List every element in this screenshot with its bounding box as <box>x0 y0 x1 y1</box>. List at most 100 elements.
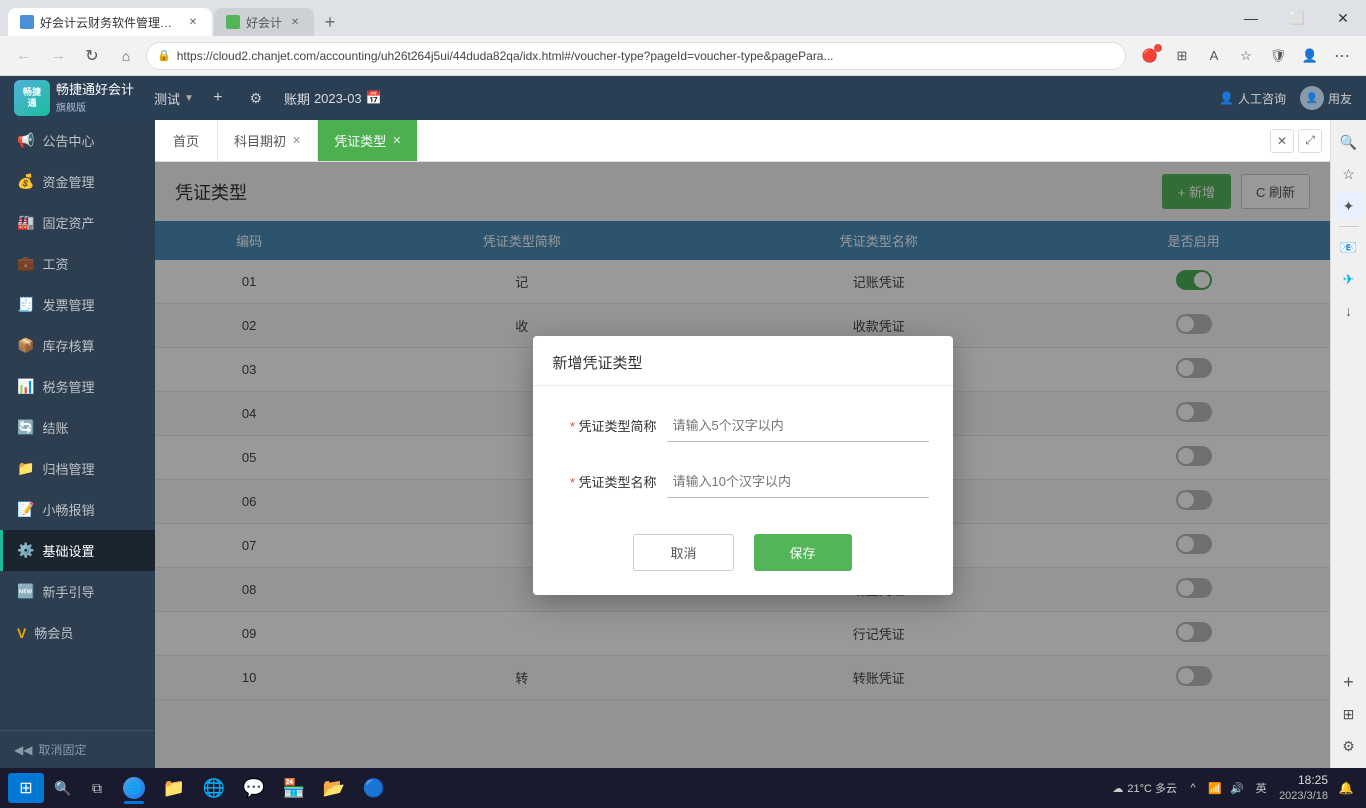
taskbar-app-browser[interactable]: 🌐 <box>116 770 152 806</box>
tab-voucher-type-label: 凭证类型 <box>334 131 386 150</box>
weather-temp: 21°C 多云 <box>1127 780 1177 796</box>
extension-btn-5[interactable]: 🛡 <box>1264 42 1292 70</box>
address-bar[interactable]: 🔒 https://cloud2.chanjet.com/accounting/… <box>146 42 1126 70</box>
close-button[interactable]: ✕ <box>1320 0 1366 36</box>
new-tab-button[interactable]: + <box>316 8 344 36</box>
payroll-icon: 💼 <box>17 255 34 272</box>
rp-grid-icon[interactable]: ⊞ <box>1335 700 1363 728</box>
period-info: 账期 2023-03 📅 <box>284 89 382 108</box>
rp-outlook-icon[interactable]: 📧 <box>1335 233 1363 261</box>
period-value: 2023-03 <box>314 91 362 106</box>
page-content: 凭证类型 + 新增 C 刷新 编码 凭证类型简称 凭证类型名称 是否启用 <box>155 162 1330 768</box>
calendar-icon[interactable]: 📅 <box>366 90 382 106</box>
sidebar-item-fixed-assets[interactable]: 🏭 固定资产 <box>0 202 155 243</box>
unpin-label: 取消固定 <box>38 741 86 758</box>
rp-search-icon[interactable]: 🔍 <box>1335 128 1363 156</box>
sidebar-item-inventory[interactable]: 📦 库存核算 <box>0 325 155 366</box>
maximize-button[interactable]: ⬜ <box>1274 0 1320 36</box>
fund-icon: 💰 <box>17 173 34 190</box>
taskbar-app-explorer[interactable]: 📁 <box>156 770 192 806</box>
more-options-button[interactable]: ⋯ <box>1328 42 1356 70</box>
sidebar-item-member[interactable]: V 畅会员 <box>0 612 155 653</box>
rp-gear-icon[interactable]: ⚙ <box>1335 732 1363 760</box>
taskbar-date: 2023/3/18 <box>1279 789 1328 804</box>
rp-download-icon[interactable]: ↓ <box>1335 297 1363 325</box>
taskbar-app-edge[interactable]: 🔵 <box>356 770 392 806</box>
taskbar-app-store[interactable]: 🏪 <box>276 770 312 806</box>
forward-button[interactable]: → <box>44 42 72 70</box>
cancel-button[interactable]: 取消 <box>633 534 733 571</box>
extension-btn-4[interactable]: ☆ <box>1232 42 1260 70</box>
name-input[interactable] <box>667 466 929 498</box>
rp-star-icon[interactable]: ☆ <box>1335 160 1363 188</box>
tab-home[interactable]: 首页 <box>155 120 218 161</box>
content-tabs-bar: 首页 科目期初 ✕ 凭证类型 ✕ ✕ ⤢ <box>155 120 1330 162</box>
sidebar-bottom-item[interactable]: ◀◀ 取消固定 <box>0 730 155 768</box>
sidebar-item-announcements[interactable]: 📢 公告中心 <box>0 120 155 161</box>
tab-subject-init-close-icon[interactable]: ✕ <box>292 134 301 147</box>
back-button[interactable]: ← <box>10 42 38 70</box>
tab-minimize-icon[interactable]: ✕ <box>1270 129 1294 153</box>
announcements-label: 公告中心 <box>42 131 94 150</box>
rp-divider <box>1339 226 1359 227</box>
user-label: 用友 <box>1328 90 1352 107</box>
volume-icon[interactable]: 🔊 <box>1227 778 1247 798</box>
chevron-up-icon[interactable]: ^ <box>1183 778 1203 798</box>
consult-button[interactable]: 👤 人工咨询 <box>1219 90 1286 107</box>
tab-expand-icon[interactable]: ⤢ <box>1298 129 1322 153</box>
sidebar-item-tax[interactable]: 📊 税务管理 <box>0 366 155 407</box>
tab1-close-icon[interactable]: ✕ <box>186 15 200 29</box>
extension-btn-2[interactable]: ⊞ <box>1168 42 1196 70</box>
save-button[interactable]: 保存 <box>754 534 852 571</box>
taskbar-app-folder[interactable]: 📂 <box>316 770 352 806</box>
extension-btn-6[interactable]: 👤 <box>1296 42 1324 70</box>
taskbar-app-wechat[interactable]: 💬 <box>236 770 272 806</box>
start-button[interactable]: ⊞ <box>8 773 44 803</box>
abbr-input[interactable] <box>667 410 929 442</box>
home-button[interactable]: ⌂ <box>112 42 140 70</box>
tab2-close-icon[interactable]: ✕ <box>288 15 302 29</box>
user-button[interactable]: 👤 用友 <box>1300 86 1352 110</box>
notification-icon[interactable]: 🔔 <box>1334 776 1358 800</box>
sidebar-item-invoice[interactable]: 🧾 发票管理 <box>0 284 155 325</box>
company-dropdown-icon: ▼ <box>184 93 194 104</box>
modal-body: * 凭证类型简称 * 凭证类型名称 <box>533 386 953 518</box>
sidebar-item-expense[interactable]: 📝 小畅报销 <box>0 489 155 530</box>
extension-btn-3[interactable]: A <box>1200 42 1228 70</box>
taskbar-search-button[interactable]: 🔍 <box>48 773 78 803</box>
browser-tab-1[interactable]: 好会计云财务软件管理系统_会计 ✕ <box>8 8 212 36</box>
taskbar-taskview-button[interactable]: ⧉ <box>82 773 112 803</box>
rp-plus-icon[interactable]: + <box>1335 668 1363 696</box>
taskbar-app-chrome[interactable]: 🌐 <box>196 770 232 806</box>
modal-title: 新增凭证类型 <box>553 352 643 373</box>
language-indicator[interactable]: 英 <box>1249 778 1273 798</box>
sidebar-item-fund[interactable]: 💰 资金管理 <box>0 161 155 202</box>
refresh-button[interactable]: ↻ <box>78 42 106 70</box>
fund-label: 资金管理 <box>42 172 94 191</box>
sidebar-item-archive[interactable]: 📁 归档管理 <box>0 448 155 489</box>
rp-send-icon[interactable]: ✈ <box>1335 265 1363 293</box>
form-row-abbr: * 凭证类型简称 <box>557 410 929 442</box>
topbar-action-add[interactable]: + <box>204 84 232 112</box>
consult-label: 人工咨询 <box>1238 90 1286 107</box>
rp-ai-icon[interactable]: ✦ <box>1335 192 1363 220</box>
topbar-action-settings[interactable]: ⚙ <box>242 84 270 112</box>
sidebar-item-settlement[interactable]: 🔄 结账 <box>0 407 155 448</box>
minimize-button[interactable]: — <box>1228 0 1274 36</box>
tab-voucher-type-close-icon[interactable]: ✕ <box>392 134 401 147</box>
right-panel: 🔍 ☆ ✦ 📧 ✈ ↓ + ⊞ ⚙ <box>1330 120 1366 768</box>
tab-subject-init[interactable]: 科目期初 ✕ <box>218 120 318 161</box>
fixed-assets-label: 固定资产 <box>42 213 94 232</box>
content-area: 首页 科目期初 ✕ 凭证类型 ✕ ✕ ⤢ 凭证类型 <box>155 120 1330 768</box>
extension-btn-1[interactable]: 🔴 <box>1136 42 1164 70</box>
sidebar-item-guide[interactable]: 🆕 新手引导 <box>0 571 155 612</box>
sidebar-item-basic-settings[interactable]: ⚙️ 基础设置 <box>0 530 155 571</box>
company-name: 测试 <box>154 89 180 108</box>
browser-tab-2[interactable]: 好会计 ✕ <box>214 8 314 36</box>
archive-icon: 📁 <box>17 460 34 477</box>
company-selector[interactable]: 测试 ▼ <box>154 89 194 108</box>
tab-voucher-type[interactable]: 凭证类型 ✕ <box>318 120 418 161</box>
topbar-right: 👤 人工咨询 👤 用友 <box>1219 86 1352 110</box>
sidebar-item-payroll[interactable]: 💼 工资 <box>0 243 155 284</box>
network-icon[interactable]: 📶 <box>1205 778 1225 798</box>
